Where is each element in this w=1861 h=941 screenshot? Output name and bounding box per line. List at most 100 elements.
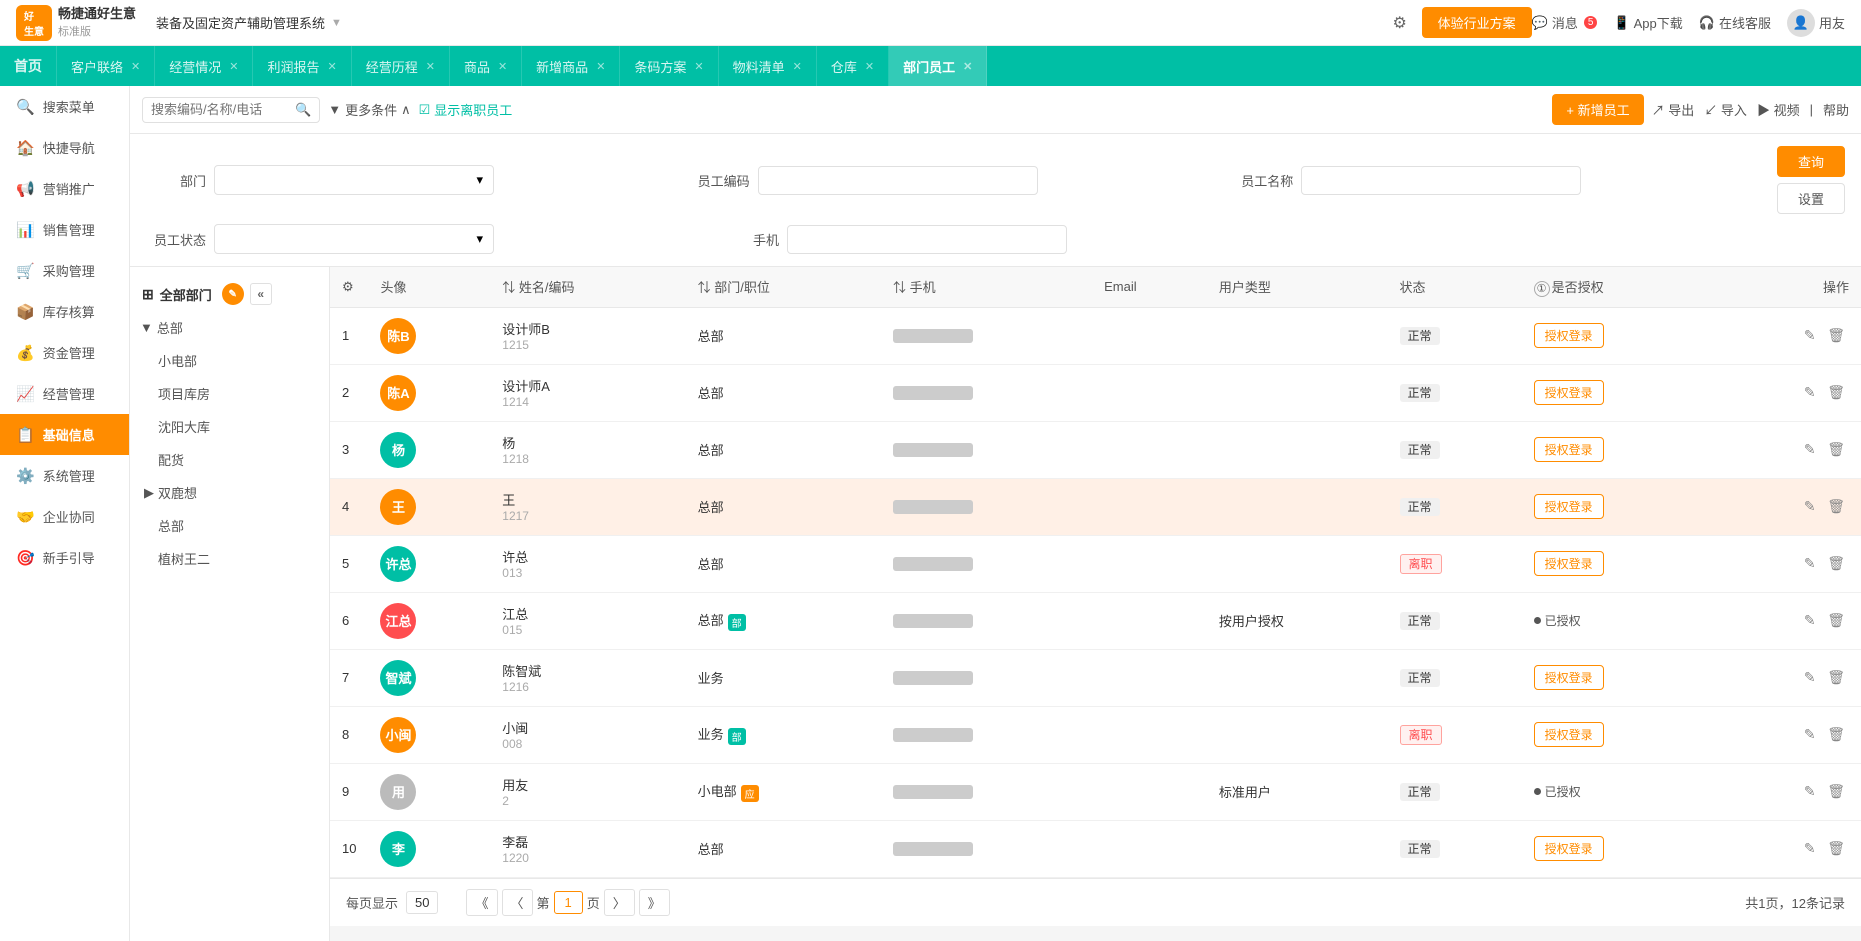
search-box[interactable]: 🔍 xyxy=(142,97,320,123)
delete-btn[interactable]: 🗑 xyxy=(1823,553,1849,574)
phone-input[interactable] xyxy=(787,225,1067,254)
tree-collapse-btn[interactable]: « xyxy=(250,283,272,305)
tree-item-zongbu2[interactable]: 总部 xyxy=(130,509,329,542)
edit-btn[interactable]: ✎ xyxy=(1800,610,1820,631)
auth-btn[interactable]: 授权登录 xyxy=(1534,722,1604,747)
last-page-btn[interactable]: 》 xyxy=(639,889,670,916)
th-name[interactable]: ⇅ 姓名/编码 xyxy=(490,267,685,307)
tree-all-dept[interactable]: ⊞ 全部部门 ✎ « xyxy=(130,277,329,311)
support-btn[interactable]: 🎧 在线客服 xyxy=(1699,13,1771,32)
sidebar-item-search[interactable]: 🔍 搜索菜单 xyxy=(0,86,129,127)
sidebar-item-sales[interactable]: 📊 销售管理 xyxy=(0,209,129,250)
edit-btn[interactable]: ✎ xyxy=(1800,439,1820,460)
close-icon[interactable]: ✕ xyxy=(793,60,802,73)
tab-profit[interactable]: 利润报告 ✕ xyxy=(253,46,351,86)
edit-btn[interactable]: ✎ xyxy=(1800,724,1820,745)
tab-barcode[interactable]: 条码方案 ✕ xyxy=(620,46,718,86)
add-employee-button[interactable]: + 新增员工 xyxy=(1552,94,1643,125)
app-download-btn[interactable]: 📱 App下载 xyxy=(1613,13,1682,32)
edit-btn[interactable]: ✎ xyxy=(1800,382,1820,403)
auth-btn[interactable]: 授权登录 xyxy=(1534,323,1604,348)
edit-btn[interactable]: ✎ xyxy=(1800,496,1820,517)
tree-item-shenyang[interactable]: 沈阳大库 xyxy=(130,410,329,443)
tab-warehouse[interactable]: 仓库 ✕ xyxy=(817,46,889,86)
help-btn[interactable]: | xyxy=(1810,102,1813,117)
delete-btn[interactable]: 🗑 xyxy=(1823,724,1849,745)
tab-employees[interactable]: 部门员工 ✕ xyxy=(889,46,987,86)
sidebar-item-purchase[interactable]: 🛒 采购管理 xyxy=(0,250,129,291)
sidebar-item-inventory[interactable]: 📦 库存核算 xyxy=(0,291,129,332)
query-button[interactable]: 查询 xyxy=(1777,146,1845,177)
view-btn[interactable]: ▶ 视频 xyxy=(1757,100,1800,119)
delete-btn[interactable]: 🗑 xyxy=(1823,781,1849,802)
tree-item-peihuo[interactable]: 配货 xyxy=(130,443,329,476)
prev-page-btn[interactable]: 〈 xyxy=(502,889,533,916)
gear-button[interactable]: ⚙ xyxy=(1386,9,1414,37)
close-icon[interactable]: ✕ xyxy=(131,60,140,73)
first-page-btn[interactable]: 《 xyxy=(466,889,497,916)
status-select[interactable]: ▾ xyxy=(214,224,494,254)
tab-operation[interactable]: 经营情况 ✕ xyxy=(155,46,253,86)
tree-item-zongbu[interactable]: ▼ 总部 xyxy=(130,311,329,344)
edit-btn[interactable]: ✎ xyxy=(1800,781,1820,802)
close-icon[interactable]: ✕ xyxy=(963,60,972,73)
dropdown-arrow-icon[interactable]: ▼ xyxy=(331,17,342,29)
search-input[interactable] xyxy=(151,102,291,117)
sidebar-item-nav[interactable]: 🏠 快捷导航 xyxy=(0,127,129,168)
auth-btn[interactable]: 授权登录 xyxy=(1534,551,1604,576)
emp-name-input[interactable] xyxy=(1301,166,1581,195)
delete-btn[interactable]: 🗑 xyxy=(1823,439,1849,460)
delete-btn[interactable]: 🗑 xyxy=(1823,382,1849,403)
dept-select[interactable]: ▾ xyxy=(214,165,494,195)
sidebar-item-biz[interactable]: 📈 经营管理 xyxy=(0,373,129,414)
tree-edit-circle[interactable]: ✎ xyxy=(222,283,244,305)
sidebar-item-system[interactable]: ⚙️ 系统管理 xyxy=(0,455,129,496)
message-btn[interactable]: 💬 消息 5 xyxy=(1532,13,1598,32)
current-page[interactable]: 1 xyxy=(554,891,583,914)
auth-btn[interactable]: 授权登录 xyxy=(1534,665,1604,690)
show-resigned-toggle[interactable]: ☑ 显示离职员工 xyxy=(419,100,513,119)
reset-button[interactable]: 设置 xyxy=(1777,183,1845,214)
import-btn[interactable]: ↙ 导入 xyxy=(1704,100,1747,119)
th-dept[interactable]: ⇅ 部门/职位 xyxy=(686,267,881,307)
auth-btn[interactable]: 授权登录 xyxy=(1534,494,1604,519)
more-filter-btn[interactable]: ▼ 更多条件 ∧ xyxy=(328,100,410,119)
tab-bom[interactable]: 物料清单 ✕ xyxy=(719,46,817,86)
sidebar-item-collab[interactable]: 🤝 企业协同 xyxy=(0,496,129,537)
tab-customer[interactable]: 客户联络 ✕ xyxy=(57,46,155,86)
sidebar-item-guide[interactable]: 🎯 新手引导 xyxy=(0,537,129,578)
tree-item-xiangmu[interactable]: 项目库房 xyxy=(130,377,329,410)
delete-btn[interactable]: 🗑 xyxy=(1823,667,1849,688)
trial-btn[interactable]: 体验行业方案 xyxy=(1422,7,1532,38)
delete-btn[interactable]: 🗑 xyxy=(1823,610,1849,631)
sidebar-item-marketing[interactable]: 📢 营销推广 xyxy=(0,168,129,209)
tree-item-xiaodianzbu[interactable]: 小电部 xyxy=(130,344,329,377)
edit-btn[interactable]: ✎ xyxy=(1800,553,1820,574)
tab-new-goods[interactable]: 新增商品 ✕ xyxy=(522,46,620,86)
th-phone[interactable]: ⇅ 手机 xyxy=(881,267,1092,307)
export-btn[interactable]: ↗ 导出 xyxy=(1652,100,1695,119)
close-icon[interactable]: ✕ xyxy=(229,60,238,73)
edit-btn[interactable]: ✎ xyxy=(1800,838,1820,859)
auth-btn[interactable]: 授权登录 xyxy=(1534,380,1604,405)
close-icon[interactable]: ✕ xyxy=(327,60,336,73)
delete-btn[interactable]: 🗑 xyxy=(1823,325,1849,346)
auth-btn[interactable]: 授权登录 xyxy=(1534,836,1604,861)
sidebar-item-finance[interactable]: 💰 资金管理 xyxy=(0,332,129,373)
close-icon[interactable]: ✕ xyxy=(596,60,605,73)
delete-btn[interactable]: 🗑 xyxy=(1823,838,1849,859)
auth-btn[interactable]: 授权登录 xyxy=(1534,437,1604,462)
close-icon[interactable]: ✕ xyxy=(426,60,435,73)
tab-goods[interactable]: 商品 ✕ xyxy=(450,46,522,86)
close-icon[interactable]: ✕ xyxy=(694,60,703,73)
close-icon[interactable]: ✕ xyxy=(498,60,507,73)
tree-item-zhishu[interactable]: 植树王二 xyxy=(130,542,329,575)
delete-btn[interactable]: 🗑 xyxy=(1823,496,1849,517)
tab-history[interactable]: 经营历程 ✕ xyxy=(352,46,450,86)
tree-item-shuanglu[interactable]: ▶ 双鹿想 xyxy=(130,476,329,509)
edit-btn[interactable]: ✎ xyxy=(1800,325,1820,346)
emp-code-input[interactable] xyxy=(758,166,1038,195)
next-page-btn[interactable]: 〉 xyxy=(604,889,635,916)
help-text[interactable]: 帮助 xyxy=(1823,100,1849,119)
sidebar-item-basic[interactable]: 📋 基础信息 xyxy=(0,414,129,455)
